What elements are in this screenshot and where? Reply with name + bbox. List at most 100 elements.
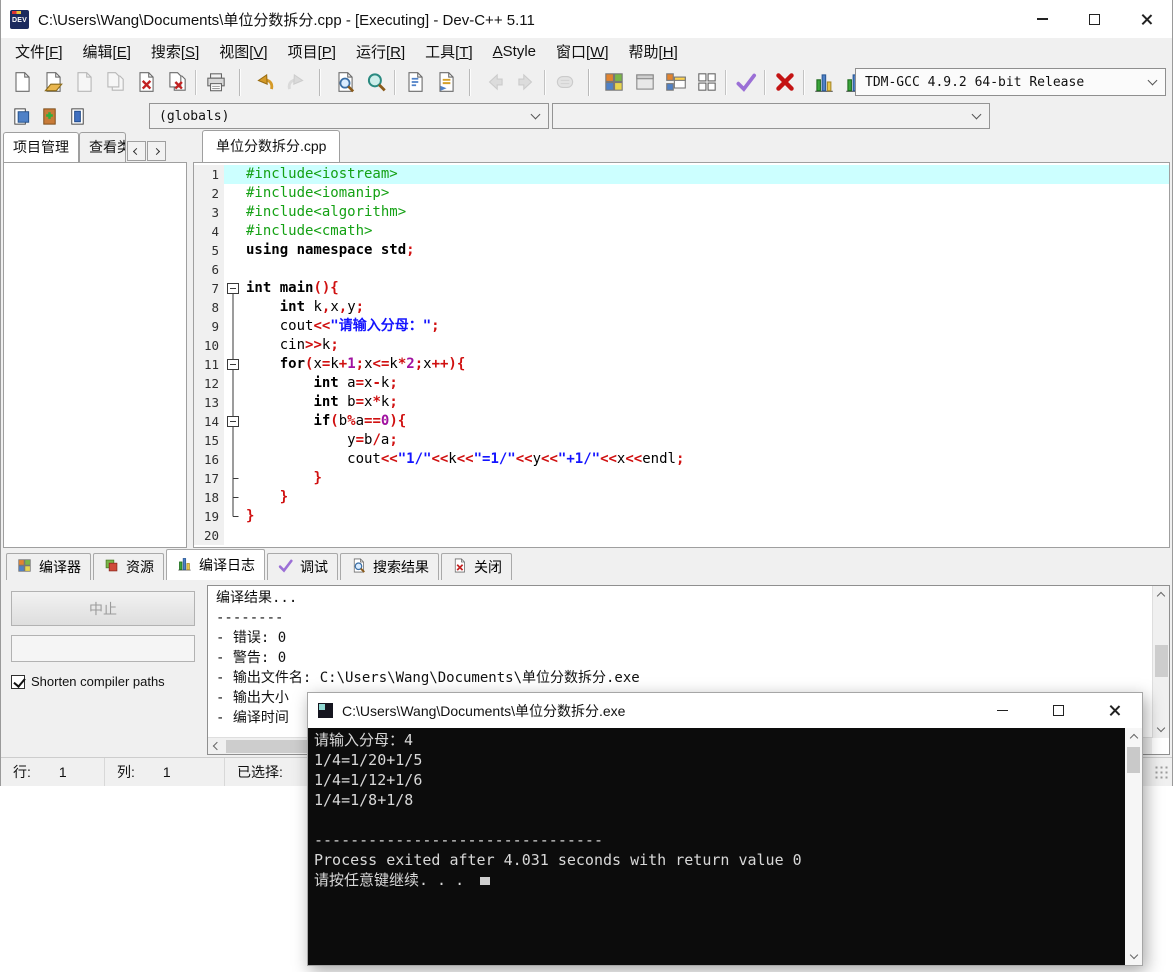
code-line[interactable]: 1 #include<iostream>	[194, 165, 1169, 184]
nav-back-icon[interactable]	[479, 67, 510, 97]
menu-item-window[interactable]: 窗口[W]	[546, 39, 619, 64]
editor-tab-current-file[interactable]: 单位分数拆分.cpp	[202, 130, 341, 162]
tab-scroll-left-button[interactable]	[127, 141, 146, 161]
minimize-button[interactable]	[1016, 0, 1068, 38]
code-line[interactable]: 15 y=b/a;	[194, 431, 1169, 450]
console-maximize-button[interactable]	[1030, 693, 1086, 728]
code-line[interactable]: 13 int b=x*k;	[194, 393, 1169, 412]
close-button[interactable]	[1120, 0, 1172, 38]
code-line[interactable]: 11 for(x=k+1;x<=k*2;x++){	[194, 355, 1169, 374]
tab-compile-log[interactable]: 编译日志	[166, 549, 265, 580]
replace-icon[interactable]	[399, 67, 430, 97]
fold-marker	[224, 336, 241, 355]
open-file-icon[interactable]	[37, 67, 68, 97]
compile-controls: 中止 Shorten compiler paths	[5, 585, 207, 755]
tab-scroll-right-button[interactable]	[147, 141, 166, 161]
menu-item-tools[interactable]: 工具[T]	[415, 39, 483, 64]
save-all-icon[interactable]	[99, 67, 130, 97]
rebuild-all-icon[interactable]	[691, 67, 722, 97]
tab-class-browser[interactable]: 查看类	[79, 132, 126, 162]
code-line[interactable]: 5 using namespace std;	[194, 241, 1169, 260]
tab-search-results[interactable]: 搜索结果	[340, 553, 439, 580]
tab-project-manager[interactable]: 项目管理	[3, 132, 79, 162]
scroll-up-button[interactable]	[1153, 586, 1169, 603]
compile-icon[interactable]	[598, 67, 629, 97]
console-title-bar[interactable]: C:\Users\Wang\Documents\单位分数拆分.exe	[308, 693, 1142, 728]
console-minimize-button[interactable]	[974, 693, 1030, 728]
globals-select[interactable]: (globals)	[149, 103, 549, 129]
menu-item-execute[interactable]: 运行[R]	[346, 39, 415, 64]
insert-icon[interactable]	[7, 101, 35, 131]
menu-item-project[interactable]: 项目[P]	[278, 39, 346, 64]
code-line[interactable]: 14 if(b%a==0){	[194, 412, 1169, 431]
code-line[interactable]: 12 int a=x-k;	[194, 374, 1169, 393]
code-line[interactable]: 4 #include<cmath>	[194, 222, 1169, 241]
shorten-paths-checkbox[interactable]	[11, 674, 25, 689]
toggle-bookmark-icon[interactable]	[35, 101, 63, 131]
close-file-icon[interactable]	[130, 67, 161, 97]
tab-close[interactable]: 关闭	[441, 553, 512, 580]
syntax-check-icon[interactable]	[730, 67, 761, 97]
run-icon[interactable]	[629, 67, 660, 97]
log-vertical-scrollbar[interactable]	[1152, 586, 1169, 738]
tab-compiler[interactable]: 编译器	[6, 553, 91, 580]
fold-toggle[interactable]	[224, 412, 241, 431]
menu-item-astyle[interactable]: AStyle	[483, 41, 546, 62]
undo-icon[interactable]	[249, 67, 280, 97]
code-line[interactable]: 9 cout<<"请输入分母：";	[194, 317, 1169, 336]
menu-item-edit[interactable]: 编辑[E]	[73, 39, 141, 64]
code-line[interactable]: 17 }	[194, 469, 1169, 488]
code-area[interactable]: 1 #include<iostream> 2 #include<iomanip> 3 #i…	[193, 162, 1170, 548]
console-scrollbar[interactable]	[1125, 728, 1142, 965]
code-line[interactable]: 18 }	[194, 488, 1169, 507]
code-line[interactable]: 20	[194, 526, 1169, 545]
print-icon[interactable]	[200, 67, 231, 97]
code-line[interactable]: 8 int k,x,y;	[194, 298, 1169, 317]
console-window: C:\Users\Wang\Documents\单位分数拆分.exe 请输入分母…	[307, 692, 1143, 966]
close-all-icon[interactable]	[161, 67, 192, 97]
toolbar-separator	[544, 69, 546, 95]
fold-toggle[interactable]	[224, 355, 241, 374]
compiler-profile-select[interactable]: TDM-GCC 4.9.2 64-bit Release	[855, 68, 1166, 96]
console-close-button[interactable]	[1086, 693, 1142, 728]
goto-line-icon[interactable]	[430, 67, 461, 97]
profile-icon[interactable]	[808, 67, 839, 97]
window-title: C:\Users\Wang\Documents\单位分数拆分.cpp - [Ex…	[38, 11, 535, 29]
last-position-icon[interactable]	[549, 67, 580, 97]
compile-run-icon[interactable]	[660, 67, 691, 97]
tab-resources[interactable]: 资源	[93, 553, 164, 580]
menu-item-help[interactable]: 帮助[H]	[619, 39, 688, 64]
console-line: 1/4=1/20+1/5	[314, 751, 423, 769]
menu-item-file[interactable]: 文件[F]	[5, 39, 73, 64]
code-line[interactable]: 19}	[194, 507, 1169, 526]
save-icon[interactable]	[68, 67, 99, 97]
resize-grip[interactable]	[1153, 763, 1170, 781]
code-line[interactable]: 16 cout<<"1/"<<k<<"=1/"<<y<<"+1/"<<x<<en…	[194, 450, 1169, 469]
new-file-icon[interactable]	[6, 67, 37, 97]
code-line[interactable]: 7 int main(){	[194, 279, 1169, 298]
scroll-up-button[interactable]	[1125, 728, 1142, 745]
goto-bookmark-icon[interactable]	[63, 101, 91, 131]
members-select[interactable]	[552, 103, 990, 129]
scroll-down-button[interactable]	[1153, 721, 1169, 738]
scrollbar-thumb[interactable]	[1127, 747, 1140, 773]
scroll-down-button[interactable]	[1125, 948, 1142, 965]
scroll-left-button[interactable]	[208, 738, 225, 755]
code-line[interactable]: 10 cin>>k;	[194, 336, 1169, 355]
abort-compile-icon[interactable]	[769, 67, 800, 97]
find-icon[interactable]	[329, 67, 360, 97]
code-line[interactable]: 6	[194, 260, 1169, 279]
abort-button[interactable]: 中止	[11, 591, 195, 626]
fold-toggle[interactable]	[224, 279, 241, 298]
find-in-files-icon[interactable]	[360, 67, 391, 97]
tab-debug[interactable]: 调试	[267, 553, 338, 580]
scrollbar-thumb[interactable]	[1154, 645, 1168, 677]
toolbar-separator	[394, 69, 396, 95]
redo-icon[interactable]	[280, 67, 311, 97]
menu-item-search[interactable]: 搜索[S]	[141, 39, 209, 64]
code-line[interactable]: 3 #include<algorithm>	[194, 203, 1169, 222]
menu-item-view[interactable]: 视图[V]	[209, 39, 277, 64]
maximize-button[interactable]	[1068, 0, 1120, 38]
nav-forward-icon[interactable]	[510, 67, 541, 97]
code-line[interactable]: 2 #include<iomanip>	[194, 184, 1169, 203]
